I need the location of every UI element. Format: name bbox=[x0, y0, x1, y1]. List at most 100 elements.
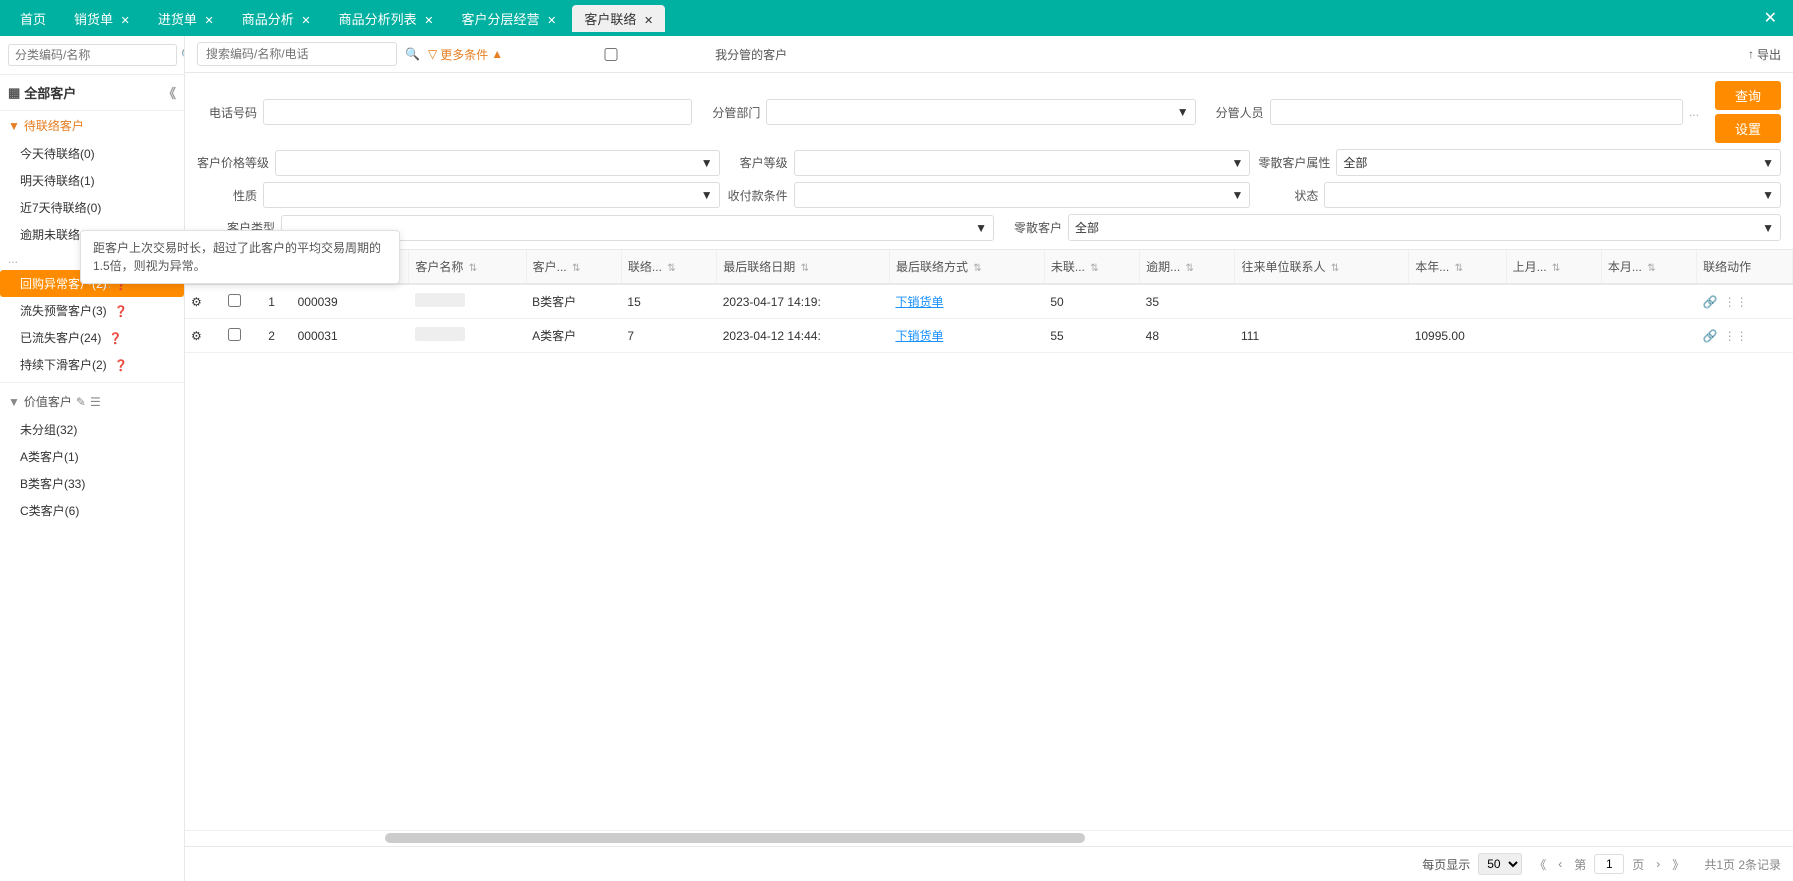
prev-page-btn[interactable]: ‹ bbox=[1554, 855, 1566, 873]
phone-input[interactable] bbox=[263, 99, 692, 125]
search-button[interactable]: 🔍 bbox=[405, 47, 420, 61]
row2-last-contact-method[interactable]: 下销货单 bbox=[889, 319, 1044, 353]
close-sales-tab[interactable]: ✕ bbox=[121, 15, 130, 27]
close-analysis-list-tab[interactable]: ✕ bbox=[424, 15, 433, 27]
row2-select-checkbox[interactable] bbox=[228, 328, 241, 341]
page-unit: 页 bbox=[1628, 854, 1648, 875]
col-last-contact-method[interactable]: 最后联络方式 ⇅ bbox=[889, 250, 1044, 284]
horizontal-scrollbar[interactable] bbox=[185, 830, 1793, 846]
sidebar-item-declining[interactable]: 持续下滑客户(2) ❓ bbox=[0, 351, 184, 378]
sidebar-item-c-class[interactable]: C类客户(6) bbox=[0, 497, 184, 524]
close-purchase-tab[interactable]: ✕ bbox=[205, 15, 214, 27]
col-contact[interactable]: 联络... ⇅ bbox=[621, 250, 716, 284]
close-customer-contact-tab[interactable]: ✕ bbox=[644, 15, 653, 27]
status-select[interactable]: ▼ bbox=[1324, 182, 1781, 208]
pending-contact-section: ▼ 待联络客户 今天待联络(0) 明天待联络(1) 近7天待联络(0) 逾期未联… bbox=[0, 111, 184, 248]
last-page-btn[interactable]: 》 bbox=[1668, 854, 1688, 875]
edit-icon[interactable]: ✎ bbox=[76, 395, 86, 409]
customer-level-select[interactable]: ▼ bbox=[794, 150, 1251, 176]
row2-name-blur bbox=[415, 327, 465, 341]
tab-analysis-list[interactable]: 商品分析列表 ✕ bbox=[327, 5, 446, 32]
export-button[interactable]: ↑ 导出 bbox=[1748, 46, 1781, 63]
sidebar-item-today[interactable]: 今天待联络(0) bbox=[0, 140, 184, 167]
content-area: 🔍 ▽ 更多条件 ▲ 我分管的客户 ↑ 导出 电话号码 bbox=[185, 36, 1793, 881]
gender-select[interactable]: ▼ bbox=[263, 182, 720, 208]
payment-label: 收付款条件 bbox=[728, 187, 788, 204]
payment-select[interactable]: ▼ bbox=[794, 182, 1251, 208]
row2-last-contact-date: 2023-04-12 14:44: bbox=[717, 319, 890, 353]
top-nav: 首页 销货单 ✕ 进货单 ✕ 商品分析 ✕ 商品分析列表 ✕ 客户分层经营 ✕ … bbox=[0, 0, 1793, 36]
sidebar-search-input[interactable] bbox=[8, 44, 177, 66]
tab-sales[interactable]: 销货单 ✕ bbox=[62, 5, 142, 32]
row2-unpaid: 55 bbox=[1044, 319, 1139, 353]
my-customers-filter: 我分管的客户 bbox=[511, 46, 787, 63]
tab-customer-tier[interactable]: 客户分层经营 ✕ bbox=[449, 5, 568, 32]
tab-home[interactable]: 首页 bbox=[8, 5, 58, 32]
department-label: 分管部门 bbox=[700, 104, 760, 121]
row1-gear[interactable]: ⚙ bbox=[185, 284, 222, 319]
triangle-icon2: ▼ bbox=[8, 395, 20, 409]
col-type[interactable]: 客户... ⇅ bbox=[526, 250, 621, 284]
sort-date-icon: ⇅ bbox=[801, 263, 809, 274]
settings-icon2[interactable]: ☰ bbox=[90, 395, 101, 409]
row1-index: 1 bbox=[262, 284, 291, 319]
tab-analysis[interactable]: 商品分析 ✕ bbox=[230, 5, 323, 32]
col-this-year[interactable]: 本年... ⇅ bbox=[1409, 250, 1506, 284]
sort-name-icon: ⇅ bbox=[469, 263, 477, 274]
close-all-tabs[interactable]: ✕ bbox=[1756, 8, 1785, 28]
col-overdue[interactable]: 逾期... ⇅ bbox=[1140, 250, 1235, 284]
filter-form: 电话号码 分管部门 ▼ 分管人员 ... 查询 设置 bbox=[185, 73, 1793, 250]
per-page-select[interactable]: 50 bbox=[1478, 853, 1522, 875]
filter-cell-retail-attr: 零散客户属性 全部 ▼ bbox=[1258, 149, 1781, 176]
more-conditions-btn[interactable]: ▽ 更多条件 ▲ bbox=[428, 46, 503, 63]
sort-tmonth-icon: ⇅ bbox=[1647, 263, 1655, 274]
col-last-contact-date[interactable]: 最后联络日期 ⇅ bbox=[717, 250, 890, 284]
row1-last-contact-method[interactable]: 下销货单 bbox=[889, 284, 1044, 319]
col-unpaid[interactable]: 未联... ⇅ bbox=[1044, 250, 1139, 284]
tab-customer-contact[interactable]: 客户联络 ✕ bbox=[572, 5, 665, 32]
department-select[interactable]: ▼ bbox=[766, 99, 1195, 125]
next-page-btn[interactable]: › bbox=[1652, 855, 1664, 873]
settings-button[interactable]: 设置 bbox=[1715, 114, 1781, 143]
search-input[interactable] bbox=[197, 42, 397, 66]
query-button[interactable]: 查询 bbox=[1715, 81, 1781, 110]
scroll-thumb[interactable] bbox=[385, 833, 1085, 843]
tab-purchase[interactable]: 进货单 ✕ bbox=[146, 5, 226, 32]
price-level-select[interactable]: ▼ bbox=[275, 150, 720, 176]
sidebar-item-ungroup[interactable]: 未分组(32) bbox=[0, 416, 184, 443]
row2-this-year: 10995.00 bbox=[1409, 319, 1506, 353]
collapse-sidebar-icon[interactable]: 《 bbox=[163, 83, 176, 102]
page-number-input[interactable] bbox=[1594, 854, 1624, 874]
row1-select-checkbox[interactable] bbox=[228, 294, 241, 307]
row1-grid-icon[interactable]: ⋮⋮ bbox=[1724, 295, 1748, 309]
manager-label: 分管人员 bbox=[1204, 104, 1264, 121]
row2-link-icon[interactable]: 🔗 bbox=[1703, 329, 1718, 343]
sidebar-item-loss-risk[interactable]: 流失预警客户(3) ❓ bbox=[0, 297, 184, 324]
close-analysis-tab[interactable]: ✕ bbox=[301, 15, 310, 27]
sidebar-all-customers-header: ▦ 全部客户 《 bbox=[0, 75, 184, 111]
pending-contact-title[interactable]: ▼ 待联络客户 bbox=[0, 111, 184, 140]
sidebar-item-already-lost[interactable]: 已流失客户(24) ❓ bbox=[0, 324, 184, 351]
retail-attr-select[interactable]: 全部 ▼ bbox=[1336, 149, 1781, 176]
table-header-row: ⚙ 客户编码 ⇅ 客户名称 ⇅ 客户... ⇅ bbox=[185, 250, 1793, 284]
sidebar-item-a-class[interactable]: A类客户(1) bbox=[0, 443, 184, 470]
close-customer-tier-tab[interactable]: ✕ bbox=[547, 15, 556, 27]
col-last-month[interactable]: 上月... ⇅ bbox=[1506, 250, 1601, 284]
sidebar-item-7days[interactable]: 近7天待联络(0) bbox=[0, 194, 184, 221]
col-this-month[interactable]: 本月... ⇅ bbox=[1601, 250, 1696, 284]
sidebar: 🔍 ▦ 全部客户 《 ▼ 待联络客户 今天待联络(0) 明天待联络(1) 近7天… bbox=[0, 36, 185, 881]
first-page-btn[interactable]: 《 bbox=[1530, 854, 1550, 875]
row2-grid-icon[interactable]: ⋮⋮ bbox=[1724, 329, 1748, 343]
sidebar-item-tomorrow[interactable]: 明天待联络(1) bbox=[0, 167, 184, 194]
col-unit-contact[interactable]: 往来单位联系人 ⇅ bbox=[1235, 250, 1409, 284]
row2-gear[interactable]: ⚙ bbox=[185, 319, 222, 353]
value-customer-title[interactable]: ▼ 价值客户 ✎ ☰ bbox=[0, 387, 184, 416]
col-name[interactable]: 客户名称 ⇅ bbox=[409, 250, 526, 284]
sidebar-item-b-class[interactable]: B类客户(33) bbox=[0, 470, 184, 497]
manager-input[interactable] bbox=[1270, 99, 1683, 125]
retail-customer-select[interactable]: 全部 ▼ bbox=[1068, 214, 1781, 241]
main-layout: 🔍 ▦ 全部客户 《 ▼ 待联络客户 今天待联络(0) 明天待联络(1) 近7天… bbox=[0, 36, 1793, 881]
manager-dots-btn[interactable]: ... bbox=[1689, 105, 1699, 119]
row1-link-icon[interactable]: 🔗 bbox=[1703, 295, 1718, 309]
my-customers-checkbox[interactable] bbox=[511, 48, 711, 61]
